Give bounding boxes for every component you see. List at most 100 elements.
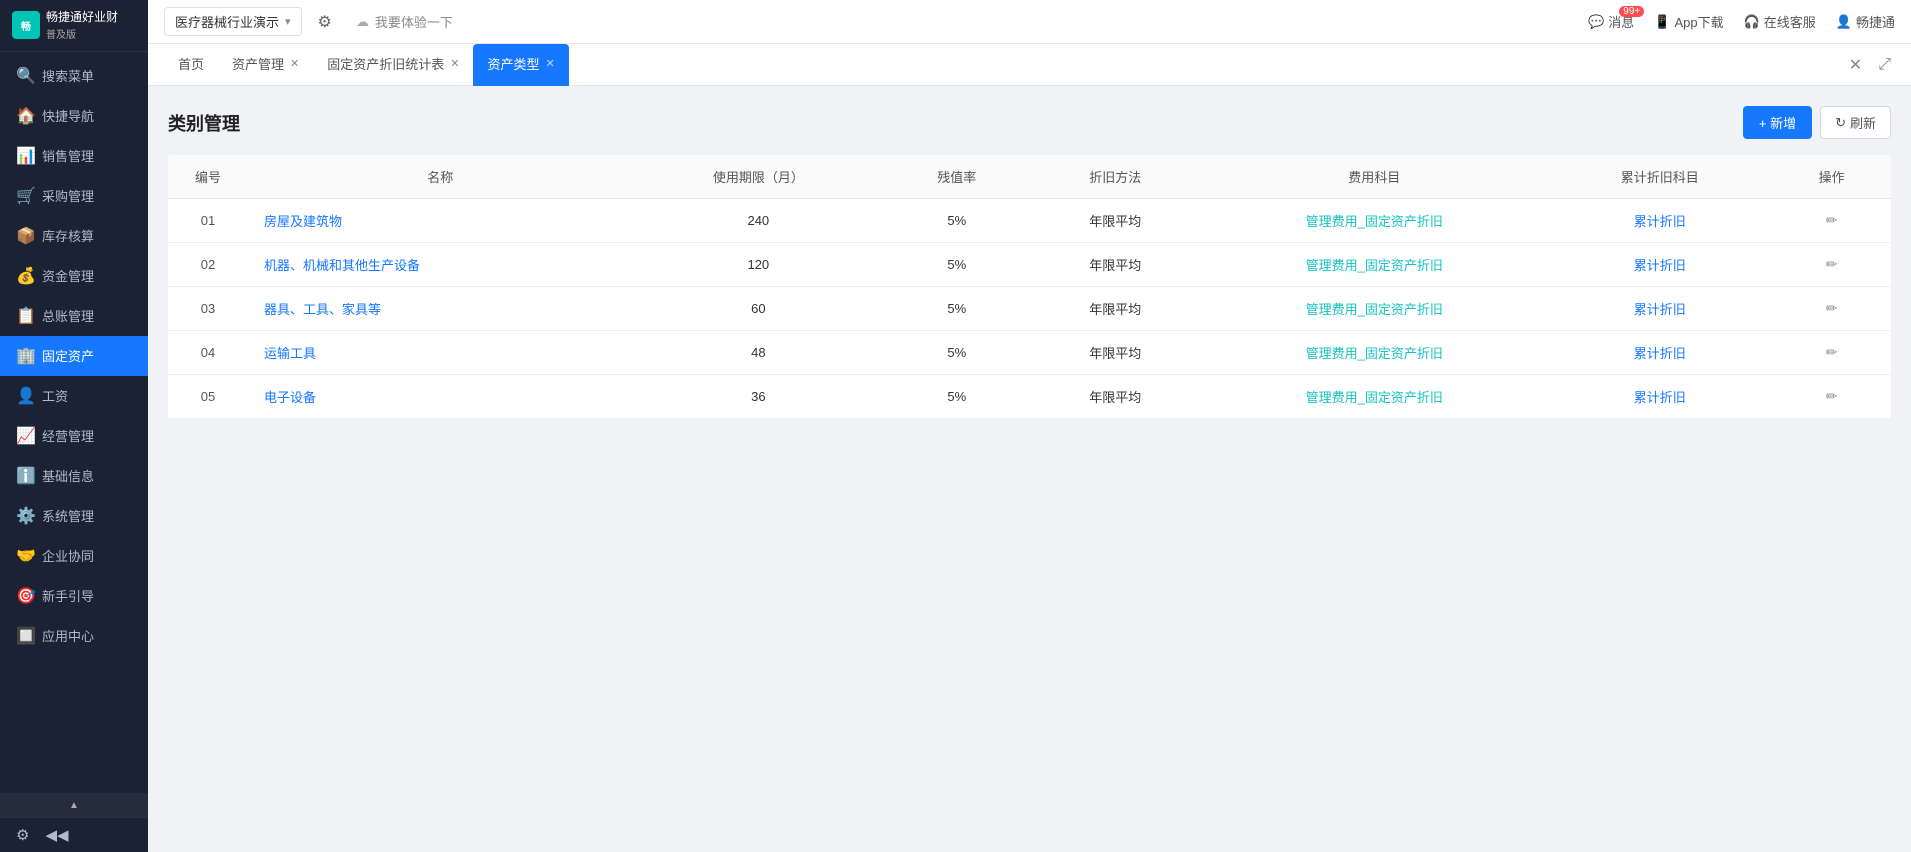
cell-name-1[interactable]: 机器、机械和其他生产设备	[248, 243, 633, 287]
gear-icon[interactable]: ⚙	[314, 8, 336, 36]
edit-icon-1[interactable]: ✏	[1826, 256, 1838, 272]
sidebar-item-search[interactable]: 🔍 搜索菜单	[0, 56, 148, 96]
cell-method-0: 年限平均	[1029, 199, 1201, 243]
search-label: 搜索菜单	[42, 66, 94, 85]
cell-action-1[interactable]: ✏	[1772, 243, 1891, 287]
content-area: 类别管理 + 新增 ↻ 刷新 编号 名称 使用期限（月） 残值率 折旧方法	[148, 86, 1911, 852]
sidebar-item-ledger[interactable]: 📋 总账管理	[0, 296, 148, 336]
tab-asset-type[interactable]: 资产类型 ✕	[473, 44, 568, 86]
sidebar-item-basic-info[interactable]: ℹ️ 基础信息	[0, 456, 148, 496]
tab-asset-mgmt-close[interactable]: ✕	[290, 57, 299, 70]
sidebar-item-purchase[interactable]: 🛒 采购管理	[0, 176, 148, 216]
tab-asset-mgmt[interactable]: 资产管理 ✕	[218, 44, 313, 86]
new-button[interactable]: + 新增	[1743, 106, 1812, 139]
cell-action-4[interactable]: ✏	[1772, 375, 1891, 419]
table-header-row: 编号 名称 使用期限（月） 残值率 折旧方法 费用科目 累计折旧科目 操作	[168, 155, 1891, 199]
cell-name-4[interactable]: 电子设备	[248, 375, 633, 419]
payroll-label: 工资	[42, 386, 68, 405]
finance-label: 资金管理	[42, 266, 94, 285]
payroll-icon: 👤	[16, 386, 34, 406]
company-selector[interactable]: 医疗器械行业演示 ▾	[164, 7, 302, 36]
sidebar-item-business[interactable]: 📈 经营管理	[0, 416, 148, 456]
cell-method-3: 年限平均	[1029, 331, 1201, 375]
fixed-assets-label: 固定资产	[42, 346, 94, 365]
cell-period-1: 120	[633, 243, 885, 287]
table-row: 02 机器、机械和其他生产设备 120 5% 年限平均 管理费用_固定资产折旧 …	[168, 243, 1891, 287]
sidebar-item-system[interactable]: ⚙️ 系统管理	[0, 496, 148, 536]
cell-expense-1: 管理费用_固定资产折旧	[1201, 243, 1547, 287]
sidebar-item-inventory[interactable]: 📦 库存核算	[0, 216, 148, 256]
col-name: 名称	[248, 155, 633, 199]
settings-icon[interactable]: ⚙	[16, 826, 29, 844]
basic-info-label: 基础信息	[42, 466, 94, 485]
user-label: 畅捷通	[1856, 12, 1895, 31]
cell-method-1: 年限平均	[1029, 243, 1201, 287]
refresh-icon: ↻	[1835, 115, 1846, 131]
sidebar-item-guide[interactable]: 🎯 新手引导	[0, 576, 148, 616]
col-action: 操作	[1772, 155, 1891, 199]
app-center-icon: 🔲	[16, 626, 34, 646]
tab-depreciation-close[interactable]: ✕	[450, 57, 459, 70]
messages-btn[interactable]: 💬 消息 99+	[1588, 12, 1634, 31]
col-residual: 残值率	[884, 155, 1029, 199]
sidebar-item-corp-collab[interactable]: 🤝 企业协同	[0, 536, 148, 576]
system-label: 系统管理	[42, 506, 94, 525]
topbar-right: 💬 消息 99+ 📱 App下载 🎧 在线客服 👤 畅捷通	[1588, 12, 1895, 31]
inventory-label: 库存核算	[42, 226, 94, 245]
edit-icon-4[interactable]: ✏	[1826, 388, 1838, 404]
edit-icon-3[interactable]: ✏	[1826, 344, 1838, 360]
cell-expense-4: 管理费用_固定资产折旧	[1201, 375, 1547, 419]
cell-expense-0: 管理费用_固定资产折旧	[1201, 199, 1547, 243]
phone-icon: 📱	[1654, 14, 1670, 30]
sidebar-item-finance[interactable]: 💰 资金管理	[0, 256, 148, 296]
app-download-label: App下载	[1674, 12, 1723, 31]
app-download-btn[interactable]: 📱 App下载	[1654, 12, 1723, 31]
logo-text: 畅捷通好业财	[46, 10, 118, 26]
sidebar-item-fixed-assets[interactable]: 🏢 固定资产	[0, 336, 148, 376]
page-header: 类别管理 + 新增 ↻ 刷新	[168, 106, 1891, 139]
table-body: 01 房屋及建筑物 240 5% 年限平均 管理费用_固定资产折旧 累计折旧 ✏…	[168, 199, 1891, 419]
cell-action-2[interactable]: ✏	[1772, 287, 1891, 331]
cell-name-3[interactable]: 运输工具	[248, 331, 633, 375]
cell-name-0[interactable]: 房屋及建筑物	[248, 199, 633, 243]
sidebar: 畅 畅捷通好业财 普及版 🔍 搜索菜单 🏠 快捷导航 📊 销售管理 🛒 采购管理…	[0, 0, 148, 852]
user-btn[interactable]: 👤 畅捷通	[1836, 12, 1895, 31]
business-label: 经营管理	[42, 426, 94, 445]
edit-icon-0[interactable]: ✏	[1826, 212, 1838, 228]
cell-action-0[interactable]: ✏	[1772, 199, 1891, 243]
corp-collab-icon: 🤝	[16, 546, 34, 566]
col-method: 折旧方法	[1029, 155, 1201, 199]
sidebar-item-payroll[interactable]: 👤 工资	[0, 376, 148, 416]
ledger-label: 总账管理	[42, 306, 94, 325]
sidebar-item-app-center[interactable]: 🔲 应用中心	[0, 616, 148, 656]
tab-home-label: 首页	[178, 54, 204, 73]
sidebar-scroll-up[interactable]: ▲	[0, 793, 148, 817]
cell-residual-4: 5%	[884, 375, 1029, 419]
cell-name-2[interactable]: 器具、工具、家具等	[248, 287, 633, 331]
sidebar-item-quick-nav[interactable]: 🏠 快捷导航	[0, 96, 148, 136]
tab-asset-type-label: 资产类型	[487, 54, 539, 73]
sidebar-nav: 🔍 搜索菜单 🏠 快捷导航 📊 销售管理 🛒 采购管理 📦 库存核算 💰 资金管…	[0, 52, 148, 793]
online-service-btn[interactable]: 🎧 在线客服	[1744, 12, 1816, 31]
tab-asset-type-close[interactable]: ✕	[546, 57, 555, 70]
cell-accumulated-2: 累计折旧	[1547, 287, 1772, 331]
system-icon: ⚙️	[16, 506, 34, 526]
topbar: 医疗器械行业演示 ▾ ⚙ ☁ 我要体验一下 💬 消息 99+ 📱 App下载 🎧…	[148, 0, 1911, 44]
cell-residual-2: 5%	[884, 287, 1029, 331]
cell-code-3: 04	[168, 331, 248, 375]
messages-badge: 99+	[1619, 6, 1644, 17]
refresh-button[interactable]: ↻ 刷新	[1820, 106, 1891, 139]
edit-icon-2[interactable]: ✏	[1826, 300, 1838, 316]
tab-depreciation-table[interactable]: 固定资产折旧统计表 ✕	[313, 44, 473, 86]
experience-btn[interactable]: ☁ 我要体验一下	[356, 12, 453, 31]
expand-icon[interactable]: ⤢	[1874, 52, 1895, 78]
online-service-label: 在线客服	[1764, 12, 1816, 31]
user-icon: 👤	[1836, 14, 1852, 30]
sidebar-item-sales[interactable]: 📊 销售管理	[0, 136, 148, 176]
tab-depreciation-label: 固定资产折旧统计表	[327, 54, 444, 73]
basic-info-icon: ℹ️	[16, 466, 34, 486]
close-tab-icon[interactable]: ✕	[1845, 51, 1866, 79]
tab-home[interactable]: 首页	[164, 44, 218, 86]
collapse-icon[interactable]: ◀◀	[45, 826, 68, 844]
cell-action-3[interactable]: ✏	[1772, 331, 1891, 375]
